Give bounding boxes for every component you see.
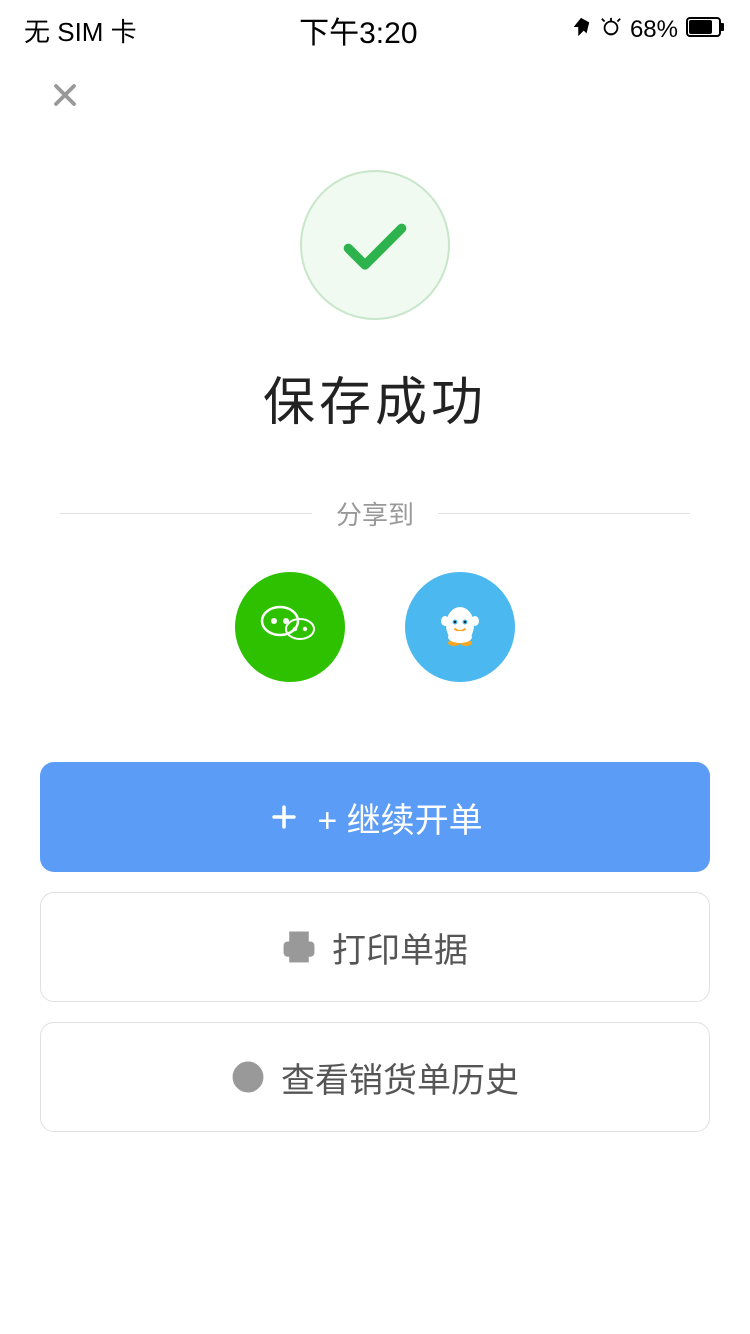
battery-percent: 68% — [630, 16, 678, 44]
battery-icon — [686, 16, 726, 45]
qq-icon — [428, 595, 492, 659]
action-buttons: + 继续开单 打印单据 查看销货单历史 — [0, 762, 750, 1132]
divider-line-right — [438, 513, 690, 514]
success-title: 保存成功 — [263, 360, 487, 435]
continue-label: + 继续开单 — [317, 793, 482, 842]
wechat-icon — [258, 595, 322, 659]
qq-share-button[interactable] — [405, 572, 515, 682]
close-button[interactable] — [40, 70, 90, 120]
wechat-share-button[interactable] — [235, 572, 345, 682]
history-label: 查看销货单历史 — [281, 1053, 519, 1102]
share-divider: 分享到 — [0, 495, 750, 532]
history-button[interactable]: 查看销货单历史 — [40, 1022, 710, 1132]
main-content: 保存成功 分享到 — [0, 60, 750, 1132]
print-icon — [282, 930, 316, 964]
no-sim-label: 无 SIM 卡 — [24, 12, 137, 49]
success-icon-circle — [300, 170, 450, 320]
continue-order-button[interactable]: + 继续开单 — [40, 762, 710, 872]
history-icon — [231, 1060, 265, 1094]
share-label: 分享到 — [312, 495, 438, 532]
print-label: 打印单据 — [332, 923, 468, 972]
divider-line-left — [60, 513, 312, 514]
alarm-icon — [600, 16, 622, 45]
status-right: 68% — [570, 16, 726, 45]
status-bar: 无 SIM 卡 下午3:20 68% — [0, 0, 750, 60]
checkmark-icon — [335, 205, 415, 285]
share-icons-row — [235, 572, 515, 682]
status-time: 下午3:20 — [299, 8, 417, 52]
status-left: 无 SIM 卡 — [24, 12, 147, 49]
print-button[interactable]: 打印单据 — [40, 892, 710, 1002]
plus-icon — [267, 800, 301, 834]
location-icon — [570, 16, 592, 45]
